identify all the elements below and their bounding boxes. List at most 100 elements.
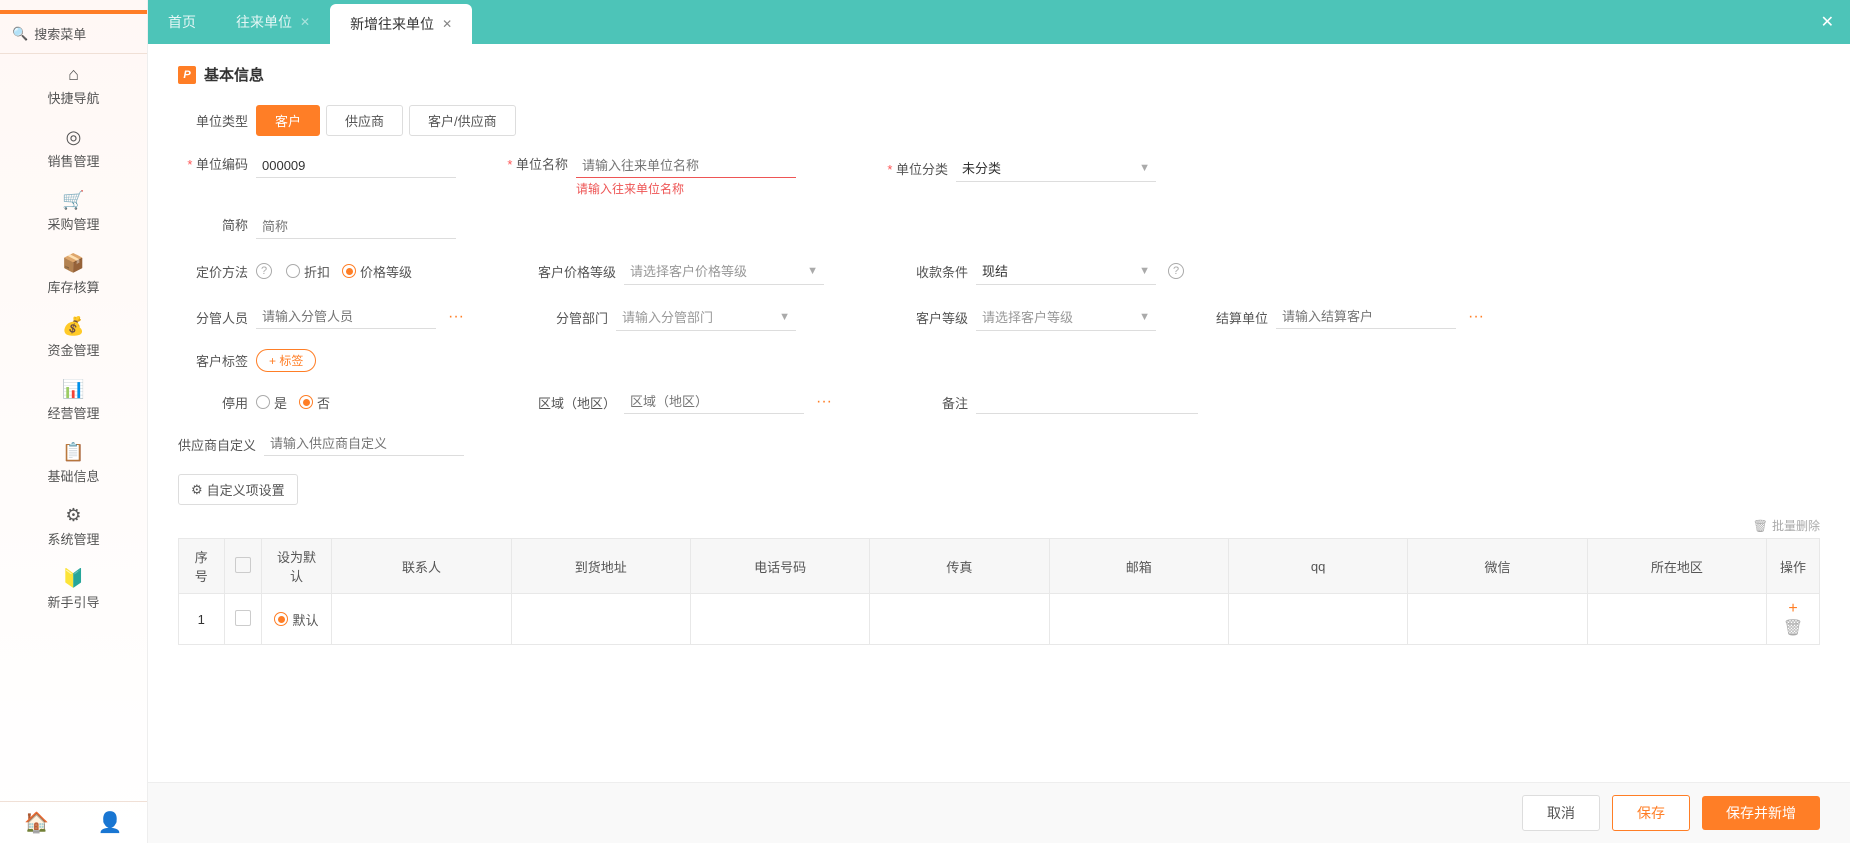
sidebar-item-purchase[interactable]: 🛒 采购管理 xyxy=(0,180,147,243)
settlement-input[interactable] xyxy=(1276,305,1456,329)
sidebar-item-system[interactable]: ⚙ 系统管理 xyxy=(0,495,147,558)
manager-row: 分管人员 ··· 分管部门 请输入分管部门 ▼ 客户等级 请选择客户等级 ▼ 结… xyxy=(178,303,1820,331)
unit-name-input[interactable] xyxy=(576,154,796,178)
row-delete-btn[interactable]: 🗑 xyxy=(1783,620,1803,637)
sidebar-item-finance[interactable]: 💰 资金管理 xyxy=(0,306,147,369)
type-btn-both[interactable]: 客户/供应商 xyxy=(409,105,516,136)
sidebar: 🔍 搜索菜单 ⌂ 快捷导航 ◎ 销售管理 🛒 采购管理 📦 库存核算 💰 资金管… xyxy=(0,0,148,843)
save-new-button[interactable]: 保存并新增 xyxy=(1702,796,1820,830)
row-region-input[interactable] xyxy=(1598,612,1756,627)
tab-new-partner[interactable]: 新增往来单位 ✕ xyxy=(330,4,472,44)
radio-price-level[interactable]: 价格等级 xyxy=(342,262,412,281)
cell-region[interactable] xyxy=(1587,594,1766,645)
chevron-down-icon2: ▼ xyxy=(807,265,818,277)
cell-action: + 🗑 xyxy=(1767,594,1820,645)
window-close-btn[interactable]: ✕ xyxy=(1821,12,1850,32)
address-input[interactable] xyxy=(522,612,680,627)
guide-icon: 🔰 xyxy=(62,568,84,589)
pricing-help-icon[interactable]: ? xyxy=(256,263,272,279)
cell-address[interactable] xyxy=(511,594,690,645)
gear-icon: ⚙ xyxy=(191,482,203,498)
sidebar-item-basic[interactable]: 📋 基础信息 xyxy=(0,432,147,495)
sidebar-item-label: 采购管理 xyxy=(47,214,99,233)
unit-category-select[interactable]: 未分类 ▼ xyxy=(956,154,1156,182)
customer-price-placeholder: 请选择客户价格等级 xyxy=(630,261,747,280)
sidebar-item-quick-nav[interactable]: ⌂ 快捷导航 xyxy=(0,54,147,117)
dept-label: 分管部门 xyxy=(538,308,608,327)
sidebar-item-guide[interactable]: 🔰 新手引导 xyxy=(0,558,147,621)
default-radio-label: 默认 xyxy=(292,610,318,629)
cell-qq[interactable] xyxy=(1228,594,1407,645)
batch-delete-icon: 🗑 xyxy=(1753,519,1768,533)
abbr-row: 简称 xyxy=(178,215,1820,239)
sidebar-item-label: 新手引导 xyxy=(47,592,99,611)
region-input[interactable] xyxy=(624,390,804,414)
sidebar-item-inventory[interactable]: 📦 库存核算 xyxy=(0,243,147,306)
tab-partner[interactable]: 往来单位 ✕ xyxy=(216,0,330,44)
system-icon: ⚙ xyxy=(65,505,81,526)
payment-terms-select[interactable]: 现结 ▼ xyxy=(976,257,1156,285)
home-bottom-icon[interactable]: 🏠 xyxy=(24,810,49,835)
col-qq: qq xyxy=(1228,539,1407,594)
chevron-down-icon4: ▼ xyxy=(779,311,790,323)
operations-icon: 📊 xyxy=(62,379,84,400)
payment-terms-help-icon[interactable]: ? xyxy=(1168,263,1184,279)
cell-email[interactable] xyxy=(1049,594,1228,645)
cell-contact[interactable] xyxy=(332,594,511,645)
cancel-button[interactable]: 取消 xyxy=(1522,795,1600,831)
fax-input[interactable] xyxy=(880,612,1038,627)
select-all-checkbox[interactable] xyxy=(235,557,251,573)
region-more-btn[interactable]: ··· xyxy=(812,393,836,411)
tab-home[interactable]: 首页 xyxy=(148,0,216,44)
cell-phone[interactable] xyxy=(690,594,869,645)
type-btn-customer[interactable]: 客户 xyxy=(256,105,320,136)
tab-new-partner-close[interactable]: ✕ xyxy=(442,17,452,31)
qq-input[interactable] xyxy=(1239,612,1397,627)
remark-label: 备注 xyxy=(898,393,968,412)
radio-yes[interactable]: 是 xyxy=(256,393,287,412)
save-button[interactable]: 保存 xyxy=(1612,795,1690,831)
wechat-input[interactable] xyxy=(1418,612,1576,627)
radio-no[interactable]: 否 xyxy=(299,393,330,412)
cell-wechat[interactable] xyxy=(1408,594,1587,645)
type-btn-supplier[interactable]: 供应商 xyxy=(326,105,403,136)
inventory-icon: 📦 xyxy=(62,253,84,274)
custom-settings-label: 自定义项设置 xyxy=(207,480,285,499)
manager-input[interactable] xyxy=(256,305,436,329)
settlement-more-btn[interactable]: ··· xyxy=(1464,308,1488,326)
unit-code-input[interactable] xyxy=(256,154,456,178)
region-field: 区域（地区） ··· xyxy=(538,390,898,414)
dept-select[interactable]: 请输入分管部门 ▼ xyxy=(616,303,796,331)
tab-partner-close[interactable]: ✕ xyxy=(300,15,310,29)
remark-input[interactable] xyxy=(976,390,1198,414)
sidebar-item-operations[interactable]: 📊 经营管理 xyxy=(0,369,147,432)
unit-name-label: 单位名称 xyxy=(498,154,568,173)
search-menu[interactable]: 🔍 搜索菜单 xyxy=(0,14,147,54)
custom-settings-btn[interactable]: ⚙ 自定义项设置 xyxy=(178,474,298,505)
settlement-label: 结算单位 xyxy=(1198,308,1268,327)
manager-more-btn[interactable]: ··· xyxy=(444,308,468,326)
radio-discount[interactable]: 折扣 xyxy=(286,262,330,281)
abbr-input[interactable] xyxy=(256,215,456,239)
cell-fax[interactable] xyxy=(870,594,1049,645)
email-input[interactable] xyxy=(1060,612,1218,627)
unit-code-label: 单位编码 xyxy=(178,154,248,173)
col-contact: 联系人 xyxy=(332,539,511,594)
payment-terms-label: 收款条件 xyxy=(898,262,968,281)
customer-price-select[interactable]: 请选择客户价格等级 ▼ xyxy=(624,257,824,285)
row-checkbox[interactable] xyxy=(235,610,251,626)
supplier-custom-input[interactable] xyxy=(264,432,464,456)
user-bottom-icon[interactable]: 👤 xyxy=(98,810,123,835)
add-tag-btn[interactable]: + 标签 xyxy=(256,349,316,372)
sidebar-item-sales[interactable]: ◎ 销售管理 xyxy=(0,117,147,180)
batch-delete-label[interactable]: 批量删除 xyxy=(1772,517,1820,534)
contact-input[interactable] xyxy=(342,612,500,627)
cell-seq: 1 xyxy=(179,594,225,645)
abbr-field: 简称 xyxy=(178,215,498,239)
row-add-btn[interactable]: + xyxy=(1788,600,1797,617)
col-checkbox[interactable] xyxy=(224,539,261,594)
phone-input[interactable] xyxy=(701,612,859,627)
cell-checkbox[interactable] xyxy=(224,594,261,645)
default-radio[interactable]: 默认 xyxy=(272,610,322,629)
customer-level-select[interactable]: 请选择客户等级 ▼ xyxy=(976,303,1156,331)
